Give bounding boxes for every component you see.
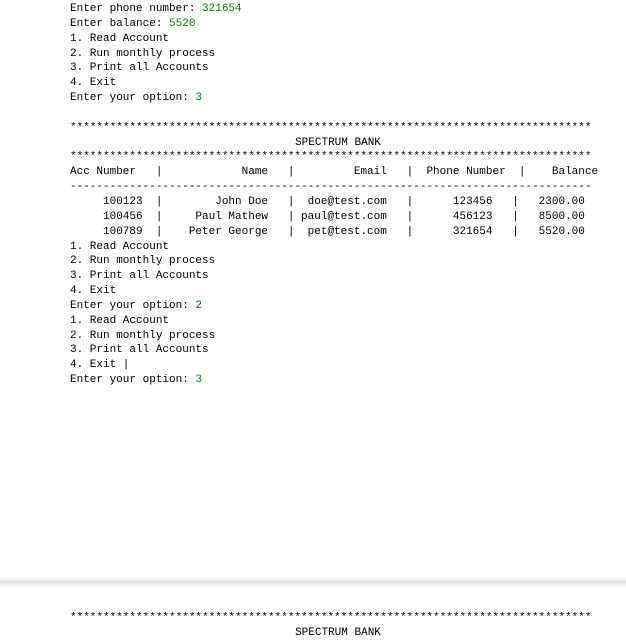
option-label: Enter your option: <box>70 92 195 104</box>
balance-value: 5520 <box>169 18 195 30</box>
menu-opt-2: 2. Run monthly process <box>70 254 606 269</box>
table-dashes: ----------------------------------------… <box>70 180 606 195</box>
option-value-3: 3 <box>195 374 202 386</box>
menu-opt-3: 3. Print all Accounts <box>70 269 606 284</box>
phone-label: Enter phone number: <box>70 3 202 15</box>
console-output: Enter phone number: 321654 Enter balance… <box>0 2 626 388</box>
phone-prompt: Enter phone number: 321654 <box>70 2 606 17</box>
balance-label: Enter balance: <box>70 18 169 30</box>
blank-line <box>70 106 606 121</box>
menu-opt-4: 4. Exit <box>70 284 606 299</box>
table-row: 100789 | Peter George | pet@test.com | 3… <box>70 225 606 240</box>
blank-line <box>70 596 606 611</box>
spacer <box>0 388 626 568</box>
menu-opt-3: 3. Print all Accounts <box>70 343 606 358</box>
option-label: Enter your option: <box>70 300 195 312</box>
option-prompt-1: Enter your option: 3 <box>70 91 606 106</box>
option-value-1: 3 <box>195 92 202 104</box>
menu-opt-4-cursor: 4. Exit | <box>70 358 606 373</box>
phone-value: 321654 <box>202 3 242 15</box>
table-header: Acc Number | Name | Email | Phone Number… <box>70 165 606 180</box>
option-value-2: 2 <box>195 300 202 312</box>
stars-top: ****************************************… <box>70 121 606 136</box>
menu-opt-2: 2. Run monthly process <box>70 47 606 62</box>
page-break <box>0 576 626 588</box>
menu-opt-1: 1. Read Account <box>70 240 606 255</box>
table-row: 100456 | Paul Mathew | paul@test.com | 4… <box>70 210 606 225</box>
menu-opt-1: 1. Read Account <box>70 314 606 329</box>
menu-opt-4: 4. Exit <box>70 76 606 91</box>
stars-top-2: ****************************************… <box>70 611 606 626</box>
option-prompt-3: Enter your option: 3 <box>70 373 606 388</box>
stars-under-title: ****************************************… <box>70 150 606 165</box>
menu-opt-2: 2. Run monthly process <box>70 329 606 344</box>
bank-title-2: SPECTRUM BANK <box>70 626 606 641</box>
option-label: Enter your option: <box>70 374 195 386</box>
option-prompt-2: Enter your option: 2 <box>70 299 606 314</box>
menu-opt-3: 3. Print all Accounts <box>70 61 606 76</box>
console-output-page2: ****************************************… <box>0 596 626 641</box>
bank-title: SPECTRUM BANK <box>70 136 606 151</box>
menu-opt-1: 1. Read Account <box>70 32 606 47</box>
balance-prompt: Enter balance: 5520 <box>70 17 606 32</box>
table-row: 100123 | John Doe | doe@test.com | 12345… <box>70 195 606 210</box>
